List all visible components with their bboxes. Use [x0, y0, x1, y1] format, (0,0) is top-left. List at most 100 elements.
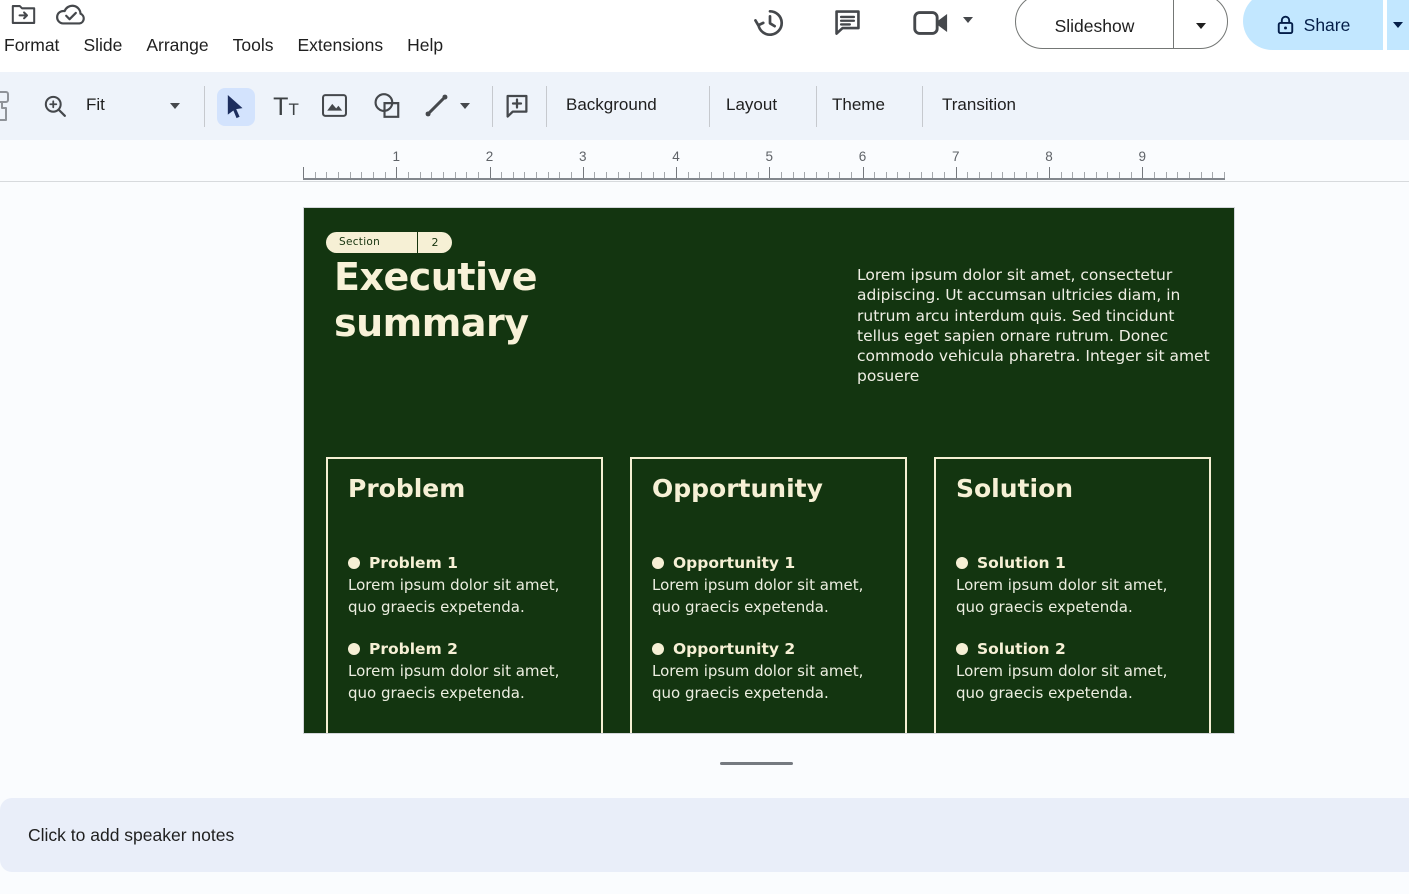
ruler-tick — [419, 172, 421, 178]
ruler-tick — [792, 172, 794, 178]
bullet-icon — [348, 643, 360, 655]
zoom-dropdown-caret[interactable] — [170, 103, 180, 109]
column-problem[interactable]: Problem Problem 1 Lorem ipsum dolor sit … — [326, 457, 603, 733]
menu-tools[interactable]: Tools — [221, 31, 286, 60]
speaker-notes-input[interactable]: Click to add speaker notes — [0, 798, 1409, 872]
text-tool-glyph: T — [273, 92, 289, 121]
slideshow-dropdown-button[interactable] — [1173, 0, 1227, 48]
google-slides-app: Format Slide Arrange Tools Extensions He… — [0, 0, 1409, 894]
share-button[interactable]: Share — [1243, 0, 1383, 50]
transition-button[interactable]: Transition — [942, 95, 1016, 115]
ruler-tick — [734, 172, 736, 178]
ruler-tick — [442, 172, 444, 178]
ruler-tick — [909, 172, 911, 178]
ruler-tick — [571, 172, 573, 178]
section-badge[interactable]: Section 2 — [326, 232, 452, 253]
menu-format[interactable]: Format — [0, 31, 71, 60]
zoom-level-select[interactable]: Fit — [86, 95, 105, 115]
ruler-tick — [1083, 172, 1085, 178]
ruler-number: 1 — [392, 149, 401, 164]
ruler-tick — [641, 172, 643, 178]
ruler-number: 9 — [1138, 149, 1147, 164]
ruler-tick — [606, 172, 608, 178]
ruler-tick — [1153, 172, 1155, 178]
list-item: Opportunity 2 Lorem ipsum dolor sit amet… — [652, 640, 885, 704]
background-button[interactable]: Background — [566, 95, 657, 115]
ruler-tick — [536, 172, 538, 178]
ruler-tick — [979, 172, 981, 178]
move-to-folder-icon[interactable] — [10, 1, 37, 28]
ruler-number: 6 — [858, 149, 867, 164]
ruler-tick — [547, 172, 549, 178]
slide-intro-text[interactable]: Lorem ipsum dolor sit amet, consectetur … — [857, 265, 1215, 387]
ruler-tick — [874, 172, 876, 178]
list-item: Problem 2 Lorem ipsum dolor sit amet, qu… — [348, 640, 581, 704]
ruler-tick — [687, 172, 689, 178]
share-dropdown-button[interactable] — [1387, 0, 1409, 50]
paint-format-icon-partial[interactable] — [0, 90, 18, 128]
ruler-tick — [396, 167, 398, 178]
section-badge-number: 2 — [431, 236, 439, 249]
ruler-tick — [920, 172, 922, 178]
videocam-icon — [913, 10, 948, 35]
ruler-tick — [932, 172, 934, 178]
layout-button[interactable]: Layout — [726, 95, 777, 115]
image-icon — [321, 94, 347, 117]
select-tool-button[interactable] — [217, 88, 255, 126]
ruler-tick — [303, 167, 304, 178]
ruler-tick — [1025, 172, 1027, 178]
bullet-icon — [652, 557, 664, 569]
insert-image-button[interactable] — [318, 92, 350, 122]
slide-canvas: Section 2 Executive summary Lorem ipsum … — [0, 182, 1409, 798]
list-item: Solution 1 Lorem ipsum dolor sit amet, q… — [956, 554, 1189, 618]
ruler-tick — [815, 172, 817, 178]
item-body: Lorem ipsum dolor sit amet, quo graecis … — [348, 662, 560, 702]
add-comment-button[interactable] — [501, 91, 533, 123]
horizontal-ruler: 1 2 3 4 5 6 7 8 9 — [0, 140, 1409, 182]
line-tool-button[interactable] — [420, 92, 452, 122]
section-badge-label: Section — [339, 236, 381, 248]
top-bar: Format Slide Arrange Tools Extensions He… — [0, 0, 1409, 72]
version-history-button[interactable] — [750, 4, 790, 44]
notes-resize-handle[interactable] — [720, 762, 793, 765]
cloud-saved-icon[interactable] — [54, 2, 88, 28]
item-body: Lorem ipsum dolor sit amet, quo graecis … — [956, 576, 1168, 616]
shape-tool-button[interactable] — [370, 91, 404, 123]
menu-arrange[interactable]: Arrange — [134, 31, 220, 60]
ruler-tick — [1212, 172, 1214, 178]
text-tool-glyph-small: T — [288, 99, 299, 119]
ruler-tick — [652, 172, 654, 178]
slideshow-button[interactable]: Slideshow — [1016, 0, 1173, 48]
ruler-tick — [664, 172, 666, 178]
column-opportunity[interactable]: Opportunity Opportunity 1 Lorem ipsum do… — [630, 457, 907, 733]
ruler-ticks: 1 2 3 4 5 6 7 8 9 — [303, 149, 1225, 180]
ruler-tick — [1014, 172, 1016, 178]
ruler-tick — [990, 172, 992, 178]
camera-dropdown-caret[interactable] — [963, 17, 973, 23]
chevron-down-icon — [1393, 22, 1403, 28]
menu-help[interactable]: Help — [395, 31, 455, 60]
item-body: Lorem ipsum dolor sit amet, quo graecis … — [652, 576, 864, 616]
slide-title[interactable]: Executive summary — [334, 254, 594, 346]
theme-button[interactable]: Theme — [832, 95, 885, 115]
menu-extensions[interactable]: Extensions — [285, 31, 395, 60]
history-icon — [754, 9, 783, 36]
zoom-button[interactable] — [40, 93, 70, 123]
ruler-tick — [1188, 172, 1190, 178]
ruler-tick — [349, 172, 351, 178]
cursor-icon — [227, 95, 243, 119]
toolbar-divider — [546, 86, 547, 127]
slide[interactable]: Section 2 Executive summary Lorem ipsum … — [304, 208, 1234, 733]
item-body: Lorem ipsum dolor sit amet, quo graecis … — [652, 662, 864, 702]
textbox-tool-button[interactable]: TT — [265, 90, 307, 124]
chevron-down-icon — [1195, 22, 1206, 29]
meet-camera-button[interactable] — [910, 6, 956, 42]
line-dropdown-caret[interactable] — [460, 103, 470, 109]
menu-slide[interactable]: Slide — [71, 31, 134, 60]
ruler-tick — [699, 172, 701, 178]
comments-button[interactable] — [827, 4, 867, 44]
ruler-tick — [1002, 172, 1004, 178]
ruler-tick — [1107, 172, 1109, 178]
menu-bar: Format Slide Arrange Tools Extensions He… — [0, 31, 455, 60]
column-solution[interactable]: Solution Solution 1 Lorem ipsum dolor si… — [934, 457, 1211, 733]
